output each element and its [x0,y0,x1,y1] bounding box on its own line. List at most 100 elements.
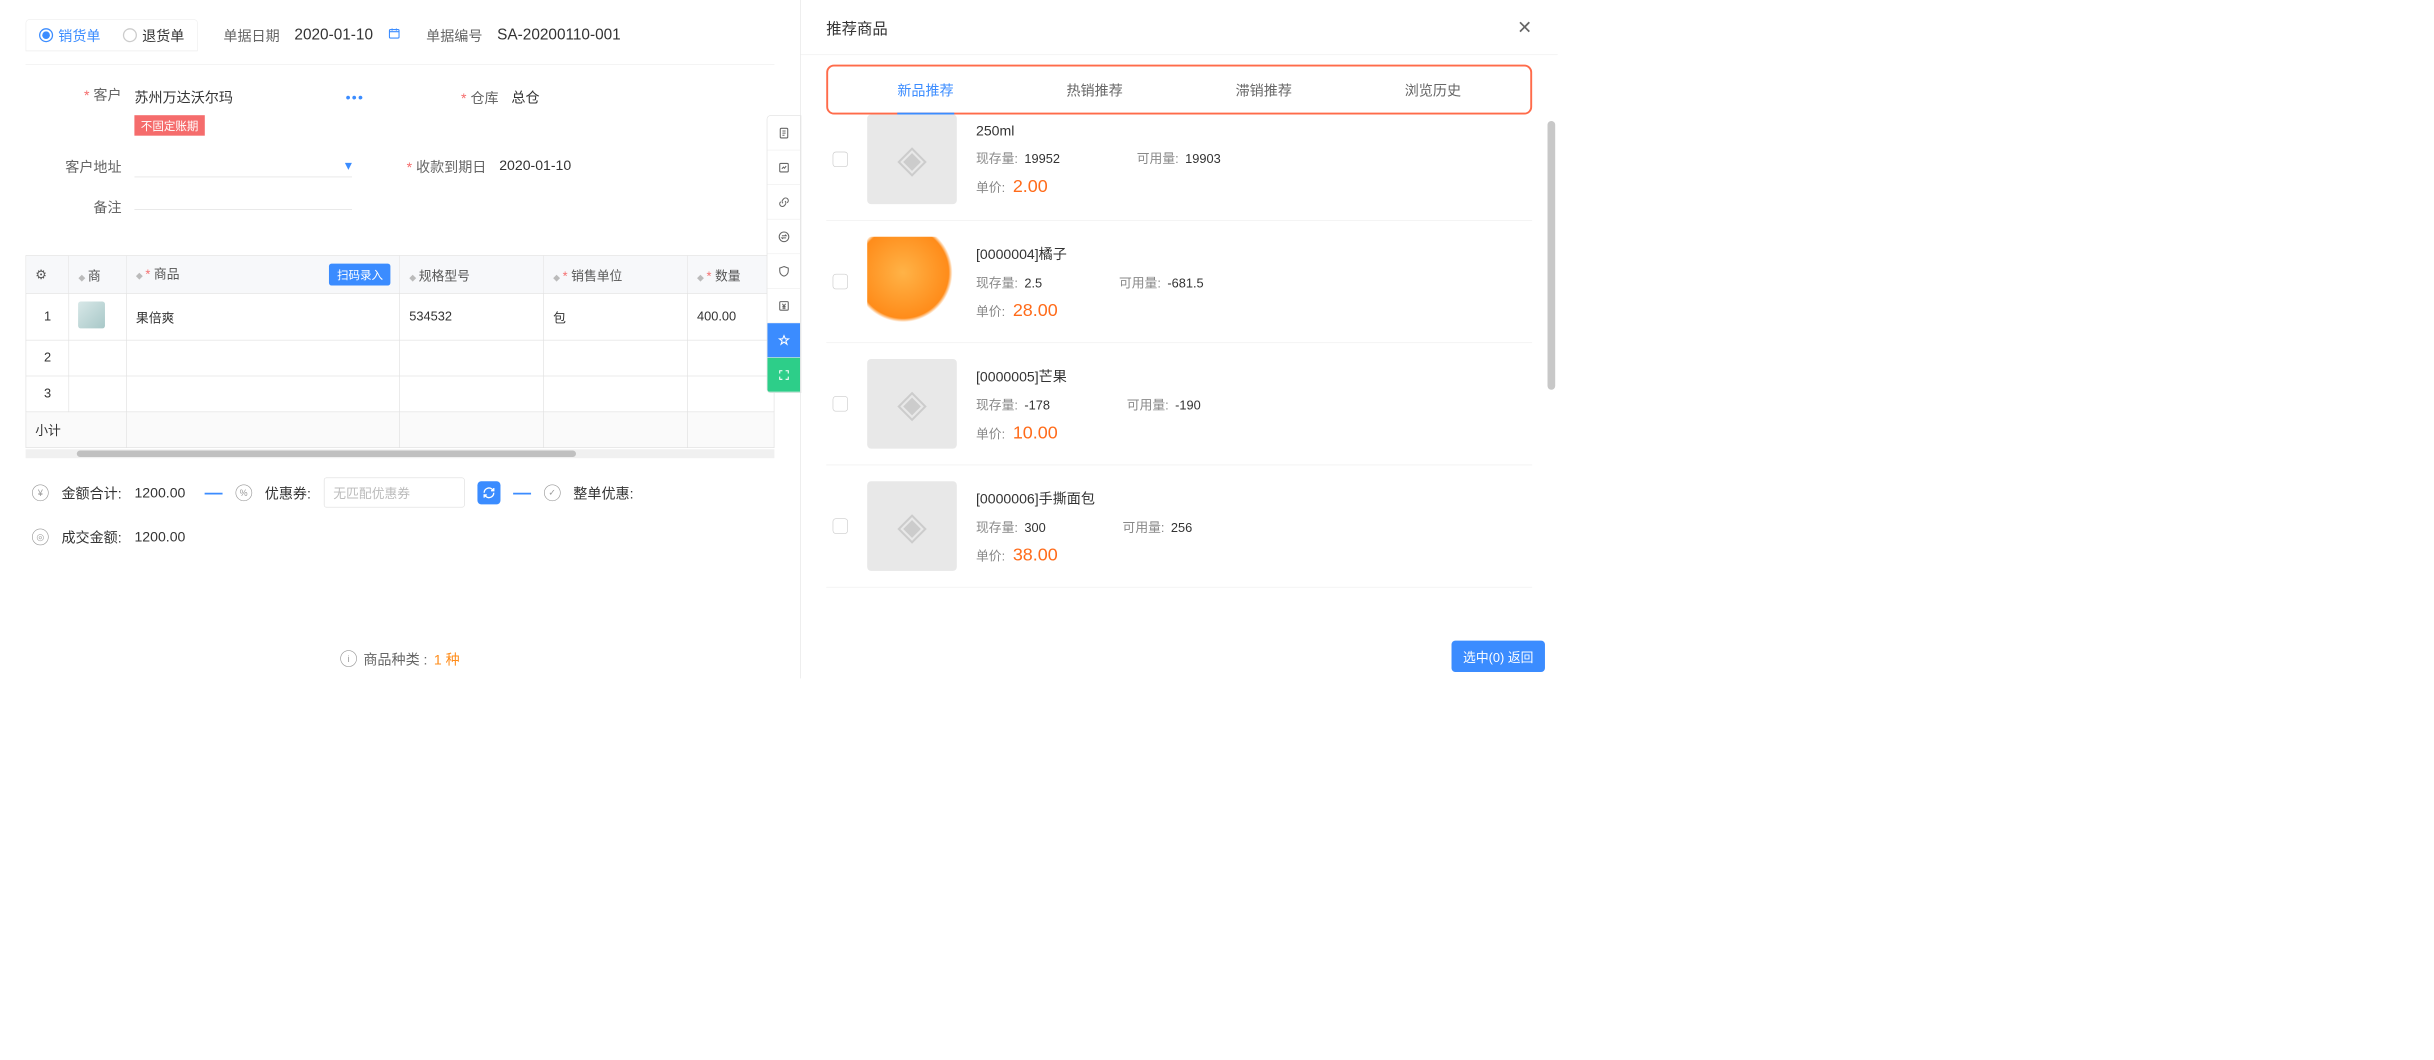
amount-label: 金额合计: [61,482,121,502]
kind-value: 1 种 [434,648,460,668]
recommend-list[interactable]: ◈ 250ml 现存量:19952 可用量:19903 单价:2.00 [000… [801,115,1558,679]
tool-expand-icon[interactable] [767,358,800,393]
radio-sales-order[interactable]: 销货单 [39,25,100,45]
customer-value[interactable]: 苏州万达沃尔玛 [134,84,326,110]
chevron-down-icon: ▾ [345,157,352,174]
product-image-placeholder: ◈ [867,481,957,571]
tool-chart-icon[interactable] [767,150,800,185]
cell-product[interactable]: 果倍爽 [127,293,400,340]
item-name: 250ml [976,123,1526,140]
warehouse-label: 仓库 [415,87,498,107]
recommend-title: 推荐商品 [826,16,887,38]
product-image-placeholder: ◈ [867,359,957,449]
list-item: ◈ [0000006]手撕面包 现存量:300 可用量:256 单价:38.00 [826,465,1532,587]
item-price: 2.00 [1013,176,1048,196]
tab-hot-products[interactable]: 热销推荐 [1047,72,1142,108]
discount-label: 整单优惠: [573,482,633,502]
calendar-icon[interactable] [388,26,401,44]
document-header: 销货单 退货单 单据日期 2020-01-10 单据编号 SA-20200110… [26,13,775,65]
amount-value: 1200.00 [134,484,185,501]
remark-label: 备注 [38,196,121,216]
item-stock: 300 [1024,521,1045,535]
gear-icon: ⚙ [35,268,46,282]
item-checkbox[interactable] [833,396,848,411]
item-name: [0000005]芒果 [976,365,1526,385]
customer-lookup-button[interactable]: ••• [346,89,365,106]
select-return-button[interactable]: 选中(0) 返回 [1452,641,1545,672]
subtotal-label: 小计 [26,412,127,448]
radio-return-label: 退货单 [142,25,184,45]
totals-section: ¥ 金额合计: 1200.00 — % 优惠券: 无匹配优惠券 — ✓ 整单优惠… [26,458,775,566]
item-checkbox[interactable] [833,152,848,167]
radio-return-order[interactable]: 退货单 [123,25,184,45]
refresh-coupon-button[interactable] [477,481,500,504]
item-price: 38.00 [1013,544,1058,564]
tool-link-icon[interactable] [767,185,800,220]
doc-date-value[interactable]: 2020-01-10 [289,24,378,47]
col-biz[interactable]: ◆商 [69,256,127,294]
col-unit[interactable]: ◆销售单位 [544,256,688,294]
col-product[interactable]: ◆商品 扫码录入 [127,256,400,294]
tool-star-icon[interactable] [767,323,800,358]
scan-input-button[interactable]: 扫码录入 [329,264,390,286]
tool-notes-icon[interactable] [767,116,800,151]
item-stock: -178 [1024,398,1050,412]
product-image-orange [867,237,957,327]
row-index: 2 [26,340,69,376]
col-spec[interactable]: ◆规格型号 [400,256,544,294]
item-checkbox[interactable] [833,518,848,533]
coupon-label: 优惠券: [265,482,311,502]
currency-icon: ¥ [32,484,49,501]
list-item: ◈ [0000005]芒果 现存量:-178 可用量:-190 单价:10.00 [826,343,1532,465]
horizontal-scrollbar[interactable] [26,449,775,458]
sort-icon: ◆ [78,272,85,283]
sort-icon: ◆ [697,272,704,283]
recommend-panel-header: 推荐商品 ✕ [801,0,1558,55]
product-image-placeholder: ◈ [867,115,957,205]
table-row[interactable]: 3 [26,376,774,412]
form-area: 客户 苏州万达沃尔玛 ••• 不固定账期 仓库 总仓 客户地址 [26,65,775,243]
col-qty[interactable]: ◆数量 [688,256,774,294]
due-date-label: 收款到期日 [403,156,486,176]
sort-icon: ◆ [409,272,416,283]
coupon-icon: % [235,484,252,501]
item-stock: 19952 [1024,152,1060,166]
tab-browse-history[interactable]: 浏览历史 [1386,72,1481,108]
cell-spec[interactable]: 534532 [400,293,544,340]
item-checkbox[interactable] [833,274,848,289]
deal-icon: ◎ [32,529,49,546]
minus-icon: — [205,482,223,502]
tool-money-icon[interactable] [767,289,800,324]
vertical-scrollbar[interactable] [1548,121,1556,390]
cell-unit[interactable]: 包 [544,293,688,340]
deal-label: 成交金额: [61,527,121,547]
warehouse-value[interactable]: 总仓 [511,84,703,110]
scrollbar-thumb[interactable] [77,451,576,457]
tool-shield-icon[interactable] [767,254,800,289]
item-avail: -681.5 [1167,276,1203,290]
line-items-table: ⚙ ◆商 ◆商品 扫码录入 ◆规格型号 ◆销售单位 ◆数量 1 [26,255,775,458]
close-icon[interactable]: ✕ [1517,17,1532,38]
customer-badge: 不固定账期 [134,115,204,135]
coupon-input[interactable]: 无匹配优惠券 [324,477,465,507]
cell-qty[interactable]: 400.00 [688,293,774,340]
table-row[interactable]: 2 [26,340,774,376]
doc-date-label: 单据日期 [223,25,279,45]
due-date-value[interactable]: 2020-01-10 [499,155,691,177]
table-row[interactable]: 1 果倍爽 534532 包 400.00 [26,293,774,340]
side-toolbar [767,115,802,393]
sort-icon: ◆ [553,272,560,283]
doc-number-field: 单据编号 SA-20200110-001 [426,24,626,47]
item-name: [0000006]手撕面包 [976,487,1526,507]
tab-slow-products[interactable]: 滞销推荐 [1216,72,1311,108]
radio-checked-icon [39,28,53,42]
address-input[interactable]: ▾ [134,155,352,177]
tab-new-products[interactable]: 新品推荐 [878,72,973,108]
tool-transfer-icon[interactable] [767,220,800,255]
doc-date-field: 单据日期 2020-01-10 [223,24,400,47]
gear-column[interactable]: ⚙ [26,256,69,294]
address-label: 客户地址 [38,156,121,176]
list-item: [0000004]橘子 现存量:2.5 可用量:-681.5 单价:28.00 [826,221,1532,343]
remark-input[interactable] [134,204,352,210]
row-index: 3 [26,376,69,412]
